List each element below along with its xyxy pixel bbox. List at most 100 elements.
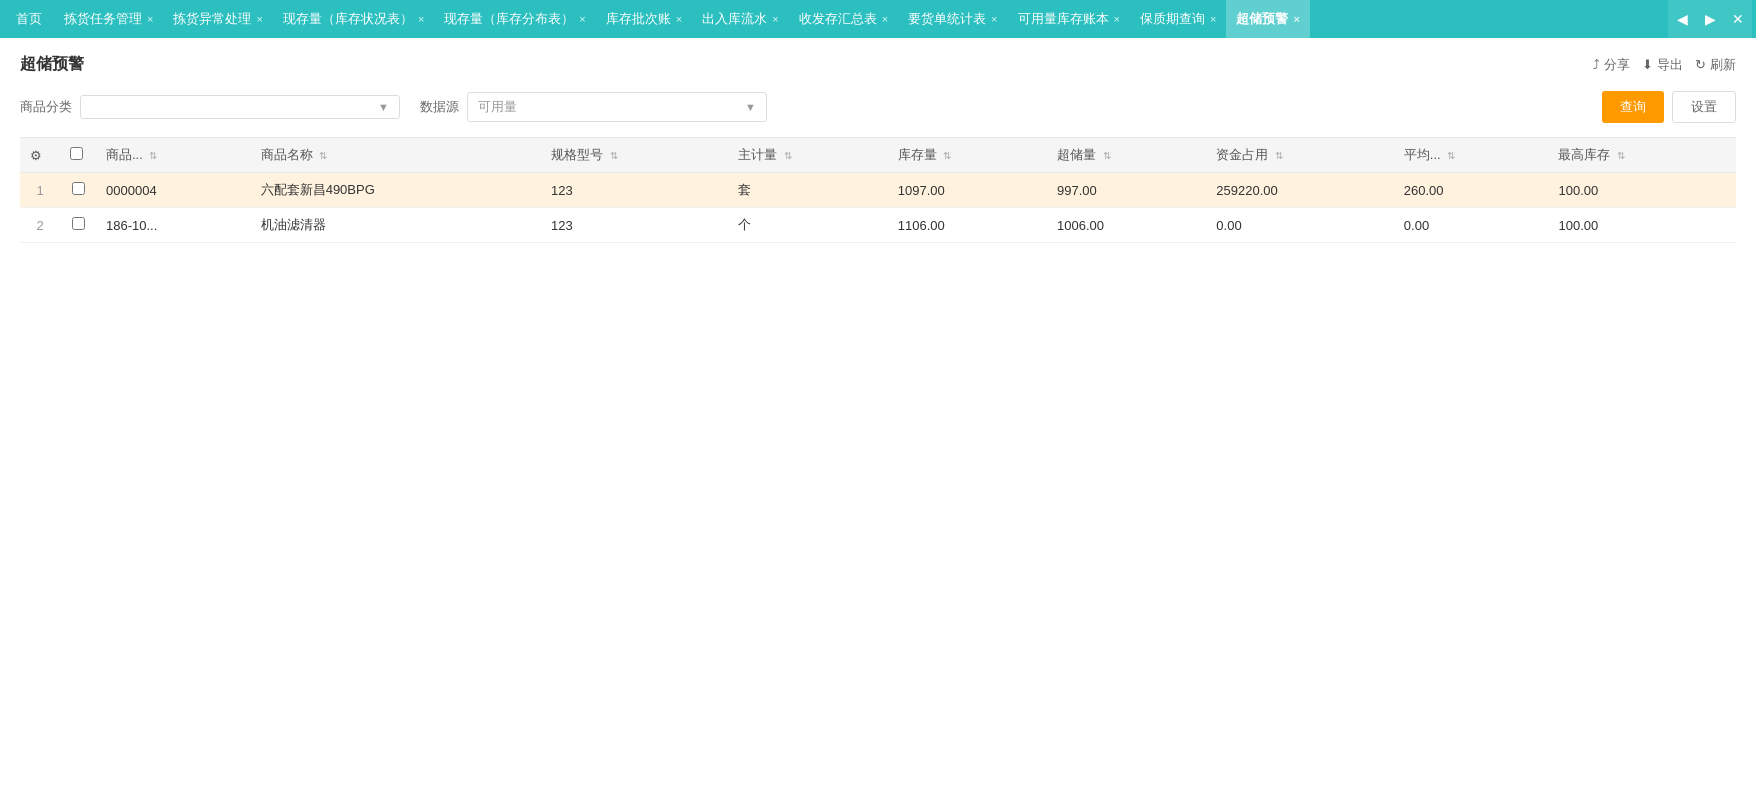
select-all-checkbox[interactable] (70, 147, 83, 160)
nav-tab-close-icon[interactable]: × (1114, 13, 1120, 25)
table-row: 2 186-10... 机油滤清器 123 个 1106.00 1006.00 … (20, 208, 1736, 243)
share-button[interactable]: ⤴ 分享 (1593, 56, 1630, 74)
nav-tab-label: 出入库流水 (702, 10, 767, 28)
nav-tab-0[interactable]: 拣货任务管理 × (54, 0, 163, 38)
nav-tab-close-icon[interactable]: × (1293, 13, 1299, 25)
nav-tab-close-icon[interactable]: × (1210, 13, 1216, 25)
nav-home[interactable]: 首页 (4, 10, 54, 28)
nav-tab-label: 要货单统计表 (908, 10, 986, 28)
data-table: ⚙ 商品... ⇅ 商品名称 ⇅ 规格型号 ⇅ 主计量 (20, 137, 1736, 243)
nav-tab-close-icon[interactable]: × (579, 13, 585, 25)
cell-max-stock: 100.00 (1548, 208, 1736, 243)
nav-tab-10[interactable]: 超储预警× (1226, 0, 1309, 38)
cell-product-code: 0000004 (96, 173, 251, 208)
nav-tab-7[interactable]: 要货单统计表 × (898, 0, 1007, 38)
nav-tab-1[interactable]: 拣货异常处理 × (163, 0, 272, 38)
nav-tab-close-icon[interactable]: × (991, 13, 997, 25)
nav-tab-close-icon[interactable]: × (882, 13, 888, 25)
cell-product-code: 186-10... (96, 208, 251, 243)
share-label: 分享 (1604, 56, 1630, 74)
col-capital-label: 资金占用 (1216, 147, 1268, 162)
table-header: ⚙ 商品... ⇅ 商品名称 ⇅ 规格型号 ⇅ 主计量 (20, 138, 1736, 173)
nav-tab-label: 拣货异常处理 (173, 10, 251, 28)
nav-tab-2[interactable]: 现存量（库存状况表）× (273, 0, 434, 38)
cell-stock: 1106.00 (888, 208, 1047, 243)
cell-spec: 123 (541, 173, 728, 208)
export-icon: ⬇ (1642, 57, 1653, 72)
row-checkbox[interactable] (72, 182, 85, 195)
sort-icon-capital: ⇅ (1275, 150, 1283, 161)
col-overstock[interactable]: 超储量 ⇅ (1047, 138, 1206, 173)
col-max-stock[interactable]: 最高库存 ⇅ (1548, 138, 1736, 173)
cell-max-stock: 100.00 (1548, 173, 1736, 208)
nav-next-button[interactable]: ▶ (1696, 0, 1724, 38)
cell-stock: 1097.00 (888, 173, 1047, 208)
table-header-row: ⚙ 商品... ⇅ 商品名称 ⇅ 规格型号 ⇅ 主计量 (20, 138, 1736, 173)
nav-tab-4[interactable]: 库存批次账 × (596, 0, 692, 38)
row-checkbox[interactable] (72, 217, 85, 230)
datasource-select[interactable]: 可用量 ▼ (467, 92, 767, 122)
nav-tab-label: 库存批次账 (606, 10, 671, 28)
export-button[interactable]: ⬇ 导出 (1642, 56, 1683, 74)
header-actions: ⤴ 分享 ⬇ 导出 ↻ 刷新 (1593, 56, 1736, 74)
nav-prev-button[interactable]: ◀ (1668, 0, 1696, 38)
col-stock[interactable]: 库存量 ⇅ (888, 138, 1047, 173)
col-avg[interactable]: 平均... ⇅ (1394, 138, 1549, 173)
table-row: 1 0000004 六配套新昌490BPG 123 套 1097.00 997.… (20, 173, 1736, 208)
nav-tab-close-icon[interactable]: × (772, 13, 778, 25)
cell-capital: 0.00 (1206, 208, 1393, 243)
refresh-button[interactable]: ↻ 刷新 (1695, 56, 1736, 74)
datasource-filter: 数据源 可用量 ▼ (420, 92, 767, 122)
filter-row: 商品分类 ▼ 数据源 可用量 ▼ 查询 设置 (20, 91, 1736, 123)
col-select-all[interactable] (60, 138, 96, 173)
sort-icon-spec: ⇅ (610, 150, 618, 161)
cell-unit: 个 (728, 208, 887, 243)
cell-unit: 套 (728, 173, 887, 208)
sort-icon-product-code: ⇅ (149, 150, 157, 161)
col-product-code[interactable]: 商品... ⇅ (96, 138, 251, 173)
sort-icon-product-name: ⇅ (319, 150, 327, 161)
nav-tab-close-icon[interactable]: × (147, 13, 153, 25)
col-capital[interactable]: 资金占用 ⇅ (1206, 138, 1393, 173)
col-product-name-label: 商品名称 (261, 147, 313, 162)
col-unit[interactable]: 主计量 ⇅ (728, 138, 887, 173)
nav-tab-close-icon[interactable]: × (256, 13, 262, 25)
nav-tabs: 拣货任务管理×拣货异常处理×现存量（库存状况表）×现存量（库存分布表）×库存批次… (54, 0, 1310, 38)
cell-product-name: 六配套新昌490BPG (251, 173, 541, 208)
datasource-value: 可用量 (478, 98, 517, 116)
nav-tab-label: 收发存汇总表 (799, 10, 877, 28)
nav-tab-label: 可用量库存账本 (1018, 10, 1109, 28)
row-number: 2 (20, 208, 60, 243)
category-label: 商品分类 (20, 98, 72, 116)
nav-tab-3[interactable]: 现存量（库存分布表）× (434, 0, 595, 38)
col-stock-label: 库存量 (898, 147, 937, 162)
sort-icon-unit: ⇅ (784, 150, 792, 161)
filter-actions: 查询 设置 (1602, 91, 1736, 123)
page-title: 超储预警 (20, 54, 84, 75)
row-checkbox-cell[interactable] (60, 173, 96, 208)
sort-icon-overstock: ⇅ (1103, 150, 1111, 161)
col-spec[interactable]: 规格型号 ⇅ (541, 138, 728, 173)
nav-tab-close-icon[interactable]: × (418, 13, 424, 25)
nav-tab-6[interactable]: 收发存汇总表 × (789, 0, 898, 38)
nav-close-button[interactable]: ✕ (1724, 0, 1752, 38)
col-gear[interactable]: ⚙ (20, 138, 60, 173)
nav-tab-label: 拣货任务管理 (64, 10, 142, 28)
table-body: 1 0000004 六配套新昌490BPG 123 套 1097.00 997.… (20, 173, 1736, 243)
sort-icon-avg: ⇅ (1447, 150, 1455, 161)
category-select[interactable]: ▼ (80, 95, 400, 119)
row-checkbox-cell[interactable] (60, 208, 96, 243)
nav-tab-9[interactable]: 保质期查询 × (1130, 0, 1226, 38)
cell-spec: 123 (541, 208, 728, 243)
query-button[interactable]: 查询 (1602, 91, 1664, 123)
nav-tab-8[interactable]: 可用量库存账本 × (1008, 0, 1130, 38)
nav-tab-5[interactable]: 出入库流水 × (692, 0, 788, 38)
settings-button[interactable]: 设置 (1672, 91, 1736, 123)
cell-avg: 260.00 (1394, 173, 1549, 208)
nav-tab-label: 保质期查询 (1140, 10, 1205, 28)
col-product-name[interactable]: 商品名称 ⇅ (251, 138, 541, 173)
refresh-icon: ↻ (1695, 57, 1706, 72)
refresh-label: 刷新 (1710, 56, 1736, 74)
col-unit-label: 主计量 (738, 147, 777, 162)
nav-tab-close-icon[interactable]: × (676, 13, 682, 25)
